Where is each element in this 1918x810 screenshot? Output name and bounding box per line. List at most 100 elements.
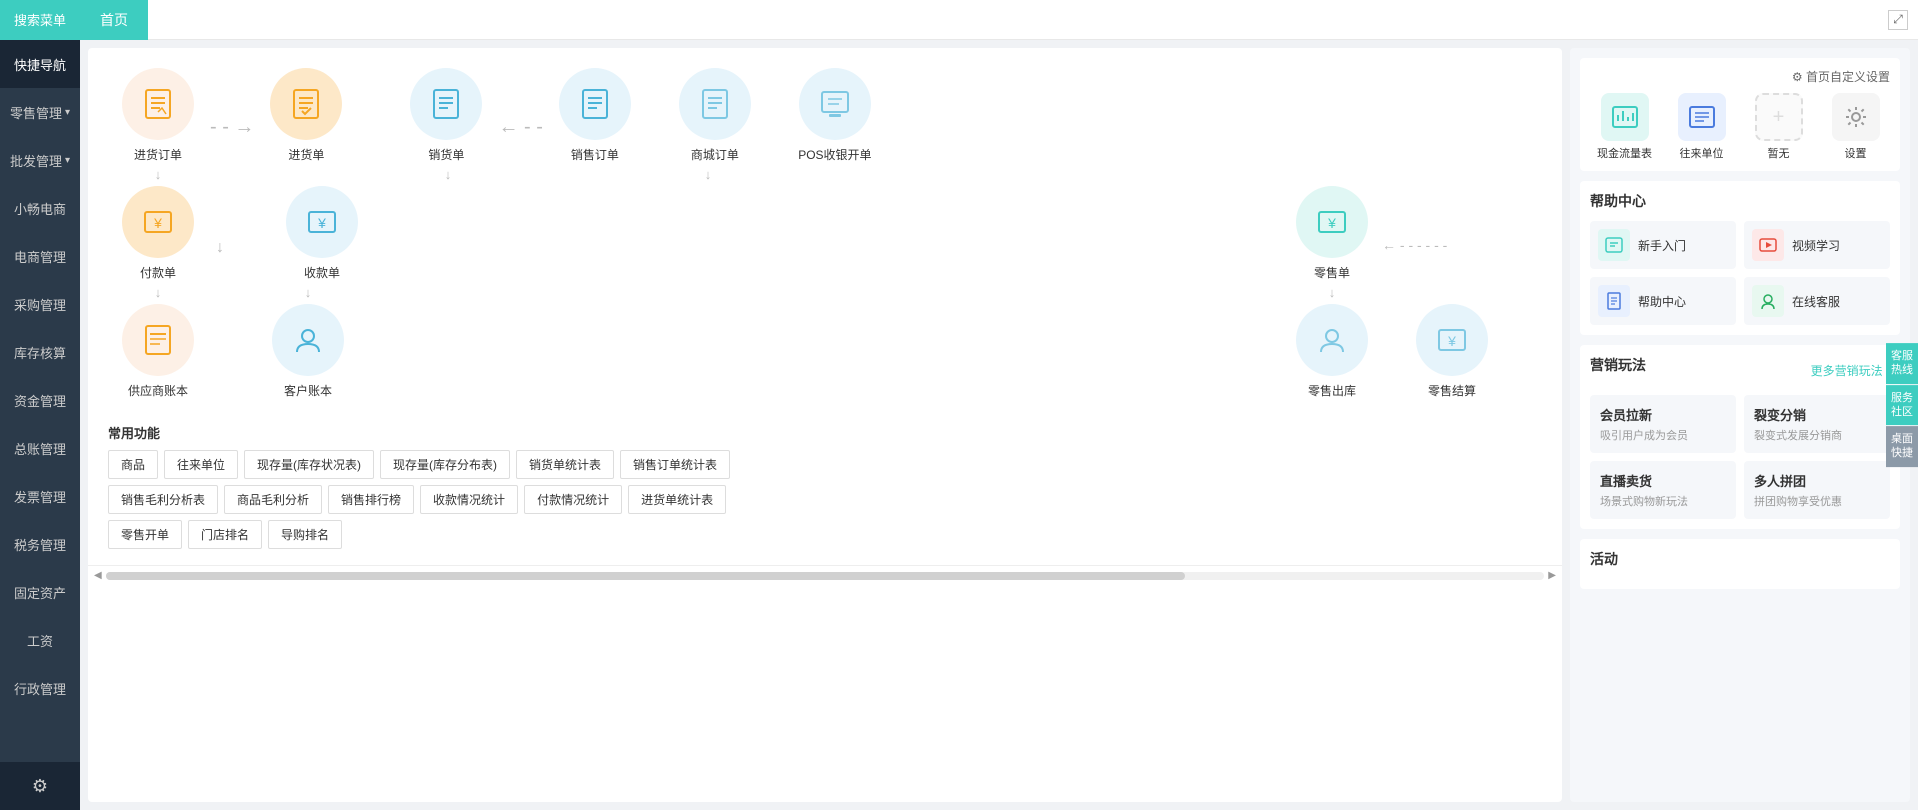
sidebar-item-quicknav[interactable]: 快捷导航 <box>0 40 80 88</box>
help-item-help[interactable]: 帮助中心 <box>1590 277 1736 325</box>
sidebar-item-wholesale[interactable]: 批发管理 ▾ <box>0 136 80 184</box>
btn-units[interactable]: 往来单位 <box>164 450 238 479</box>
svg-text:¥: ¥ <box>317 215 326 231</box>
btn-receipt-stat[interactable]: 收款情况统计 <box>420 485 518 514</box>
marketing-title: 营销玩法 <box>1590 355 1646 375</box>
help-item-chat[interactable]: 在线客服 <box>1744 277 1890 325</box>
arrow-down-mall: ↓ <box>658 167 758 182</box>
marketing-item-member[interactable]: 会员拉新 吸引用户成为会员 <box>1590 395 1736 453</box>
sidebar-item-purchase[interactable]: 采购管理 <box>0 280 80 328</box>
help-item-video[interactable]: 视频学习 <box>1744 221 1890 269</box>
btn-guide-rank[interactable]: 导购排名 <box>268 520 342 549</box>
arrow-down-payment: ↓ <box>108 285 208 300</box>
arrow-down-purchase-order: ↓ <box>108 167 208 182</box>
sidebar-item-inventory[interactable]: 库存核算 <box>0 328 80 376</box>
btn-stock-dist[interactable]: 现存量(库存分布表) <box>380 450 510 479</box>
node-retail-out[interactable]: 零售出库 <box>1282 304 1382 399</box>
receipt-icon: ¥ <box>286 186 358 258</box>
sidebar-item-ecom[interactable]: 电商管理 <box>0 232 80 280</box>
search-menu-button[interactable]: 搜索菜单 <box>0 0 80 40</box>
spacer-right: ← - - - - - - <box>1382 209 1542 281</box>
float-btn-desktop[interactable]: 桌面快捷 <box>1886 426 1918 467</box>
more-marketing-link[interactable]: 更多营销玩法 › <box>1811 362 1890 379</box>
sidebar-item-invoice[interactable]: 发票管理 <box>0 472 80 520</box>
help-section-title: 帮助中心 <box>1590 191 1890 211</box>
float-btn-community[interactable]: 服务社区 <box>1886 385 1918 426</box>
mall-order-icon <box>679 68 751 140</box>
sidebar-settings[interactable]: ⚙ <box>0 762 80 810</box>
arrow-down-receipt: ↓ <box>258 285 358 300</box>
svg-text:¥: ¥ <box>153 215 162 231</box>
sidebar-item-retail[interactable]: 零售管理 ▾ <box>0 88 80 136</box>
sidebar-item-salary[interactable]: 工资 <box>0 616 80 664</box>
sidebar-item-admin[interactable]: 行政管理 <box>0 664 80 712</box>
float-buttons: 客服热线 服务社区 桌面快捷 <box>1886 343 1918 467</box>
node-retail-bill[interactable]: ¥ 零售单 <box>1282 186 1382 281</box>
help-section: 帮助中心 新手入门 视频学习 <box>1580 181 1900 335</box>
quick-icon-cashflow[interactable]: 现金流量表 <box>1590 93 1659 161</box>
node-purchase-bill[interactable]: 进货单 <box>256 68 356 163</box>
marketing-item-group[interactable]: 多人拼团 拼团购物享受优惠 <box>1744 461 1890 519</box>
node-receipt[interactable]: ¥ 收款单 <box>272 186 372 281</box>
btn-retail-order[interactable]: 零售开单 <box>108 520 182 549</box>
sidebar-item-ecom-small[interactable]: 小畅电商 <box>0 184 80 232</box>
scroll-left-arrow[interactable]: ◀ <box>94 570 102 581</box>
btn-purchase-stat[interactable]: 进货单统计表 <box>628 485 726 514</box>
node-payment[interactable]: ¥ 付款单 <box>108 186 208 281</box>
customize-settings-link[interactable]: ⚙ 首页自定义设置 <box>1792 68 1890 85</box>
svg-text:¥: ¥ <box>1327 215 1336 231</box>
scroll-right-arrow[interactable]: ▶ <box>1548 570 1556 581</box>
help-item-beginner[interactable]: 新手入门 <box>1590 221 1736 269</box>
btn-sales-profit[interactable]: 销售毛利分析表 <box>108 485 218 514</box>
expand-icon[interactable]: ⤢ <box>1888 10 1908 30</box>
gear-icon: ⚙ <box>32 776 48 797</box>
chat-icon <box>1752 285 1784 317</box>
marketing-item-fission[interactable]: 裂变分销 裂变式发展分销商 <box>1744 395 1890 453</box>
sidebar-item-ledger[interactable]: 总账管理 <box>0 424 80 472</box>
node-pos[interactable]: POS收银开单 <box>785 68 885 163</box>
btn-store-rank[interactable]: 门店排名 <box>188 520 262 549</box>
node-purchase-order[interactable]: 进货订单 <box>108 68 208 163</box>
node-sales-order[interactable]: 销售订单 <box>545 68 645 163</box>
sidebar-item-finance[interactable]: 资金管理 <box>0 376 80 424</box>
btn-sales-stat[interactable]: 销货单统计表 <box>516 450 614 479</box>
marketing-grid: 会员拉新 吸引用户成为会员 裂变分销 裂变式发展分销商 直播卖货 场景式购物新玩… <box>1590 395 1890 519</box>
btn-goods[interactable]: 商品 <box>108 450 158 479</box>
customize-row: ⚙ 首页自定义设置 <box>1590 68 1890 85</box>
btn-goods-profit[interactable]: 商品毛利分析 <box>224 485 322 514</box>
sidebar-item-tax[interactable]: 税务管理 <box>0 520 80 568</box>
svg-text:¥: ¥ <box>1447 333 1456 349</box>
float-btn-service[interactable]: 客服热线 <box>1886 343 1918 384</box>
btn-stock-status[interactable]: 现存量(库存状况表) <box>244 450 374 479</box>
node-customer-account[interactable]: 客户账本 <box>258 304 358 399</box>
arrow-right-1: - - → <box>208 116 256 139</box>
func-buttons-row2: 销售毛利分析表 商品毛利分析 销售排行榜 收款情况统计 付款情况统计 进货单统计… <box>108 485 1542 514</box>
video-icon <box>1752 229 1784 261</box>
quick-access-section: ⚙ 首页自定义设置 现金流量表 往 <box>1580 58 1900 171</box>
node-retail-settle[interactable]: ¥ 零售结算 <box>1402 304 1502 399</box>
payment-icon: ¥ <box>122 186 194 258</box>
scroll-track[interactable] <box>106 572 1545 580</box>
node-supplier-account[interactable]: 供应商账本 <box>108 304 208 399</box>
marketing-header: 营销玩法 更多营销玩法 › <box>1590 355 1890 385</box>
tab-home[interactable]: 首页 <box>80 0 148 40</box>
quick-icon-settings[interactable]: 设置 <box>1821 93 1890 161</box>
sidebar-item-assets[interactable]: 固定资产 <box>0 568 80 616</box>
func-buttons-row3: 零售开单 门店排名 导购排名 <box>108 520 1542 549</box>
dropdown-arrow: ▾ <box>65 107 70 118</box>
cashflow-icon <box>1601 93 1649 141</box>
btn-sales-rank[interactable]: 销售排行榜 <box>328 485 414 514</box>
right-panel: ⚙ 首页自定义设置 现金流量表 往 <box>1570 48 1910 802</box>
btn-payment-stat[interactable]: 付款情况统计 <box>524 485 622 514</box>
node-mall-order[interactable]: 商城订单 <box>665 68 765 163</box>
flow-diagram-area: 进货订单 - - → 进货单 <box>88 48 1562 413</box>
main-panel: 进货订单 - - → 进货单 <box>88 48 1562 802</box>
quick-icon-none[interactable]: + 暂无 <box>1744 93 1813 161</box>
common-func-title: 常用功能 <box>108 423 1542 442</box>
btn-sales-order-stat[interactable]: 销售订单统计表 <box>620 450 730 479</box>
marketing-item-live[interactable]: 直播卖货 场景式购物新玩法 <box>1590 461 1736 519</box>
node-sales-bill[interactable]: 销货单 <box>396 68 496 163</box>
supplier-account-icon <box>122 304 194 376</box>
quick-icon-units[interactable]: 往来单位 <box>1667 93 1736 161</box>
arrow-down-sales-bill: ↓ <box>398 167 498 182</box>
